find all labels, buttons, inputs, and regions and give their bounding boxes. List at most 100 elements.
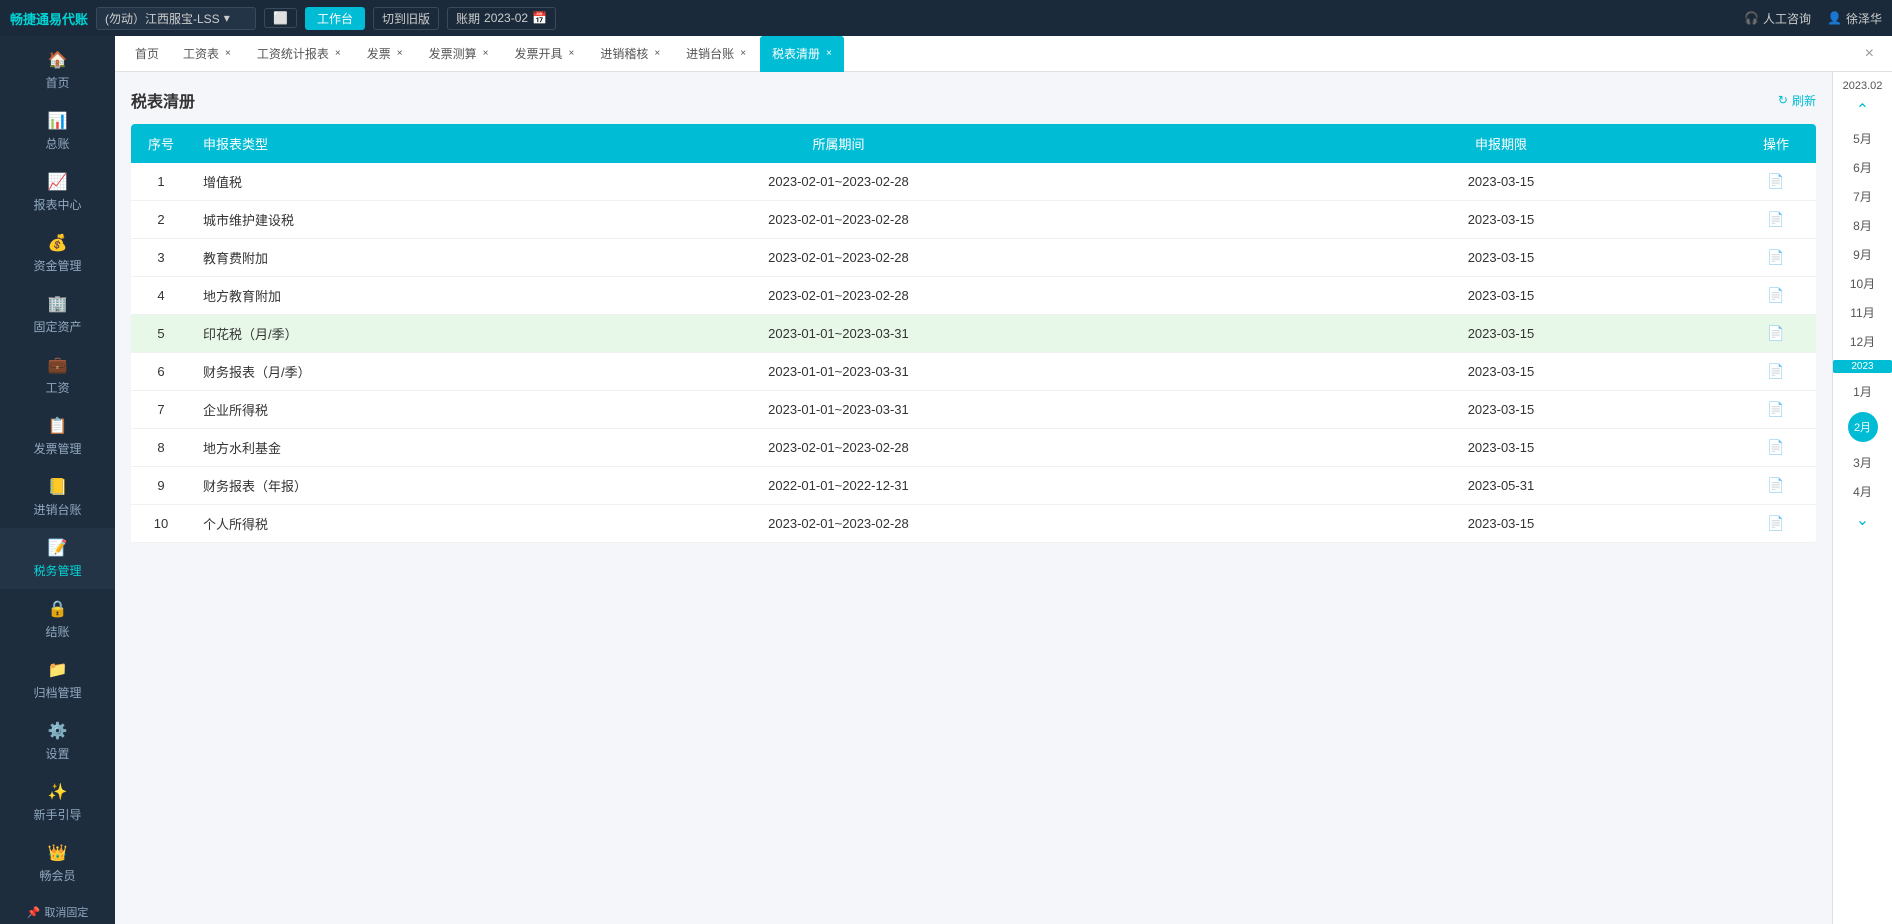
tab-close-icon[interactable]: × (225, 48, 231, 59)
company-selector[interactable]: (勿动）江西服宝-LSS ▾ (96, 7, 256, 30)
top-bar-right: 🎧 人工咨询 👤 徐泽华 (1744, 10, 1882, 27)
sidebar-item-salary[interactable]: 💼 工资 (0, 345, 115, 406)
sidebar-item-label: 归档管理 (33, 684, 81, 701)
user-menu[interactable]: 👤 徐泽华 (1827, 10, 1882, 27)
col-period: 所属期间 (411, 124, 1266, 163)
copy-button[interactable]: ⬜ (264, 8, 297, 28)
sidebar-item-label: 畅会员 (39, 867, 75, 884)
cell-period: 2023-02-01~2023-02-28 (411, 201, 1266, 239)
tab-close-icon[interactable]: × (826, 48, 832, 59)
tab-bar: 首页 工资表 × 工资统计报表 × 发票 × 发票测算 × 发票开具 × (115, 36, 1892, 72)
timeline-month-2-active[interactable]: 2月 (1848, 412, 1878, 442)
action-icon[interactable]: 📄 (1767, 173, 1784, 189)
tab-invoice[interactable]: 发票 × (355, 36, 415, 72)
tab-close-icon[interactable]: × (335, 48, 341, 59)
tab-salary-table[interactable]: 工资表 × (171, 36, 243, 72)
sidebar-item-ledger[interactable]: 📊 总账 (0, 101, 115, 162)
sidebar-item-close[interactable]: 🔒 结账 (0, 589, 115, 650)
timeline-month-3[interactable]: 3月 (1833, 448, 1892, 477)
sidebar-item-label: 总账 (45, 135, 69, 152)
user-avatar-icon: 👤 (1827, 11, 1842, 25)
cell-type: 企业所得税 (191, 391, 411, 429)
table-row: 7 企业所得税 2023-01-01~2023-03-31 2023-03-15… (131, 391, 1816, 429)
timeline-scroll-down[interactable]: ⌄ (1856, 506, 1869, 534)
tab-invoice-calc[interactable]: 发票测算 × (417, 36, 501, 72)
sidebar-item-assets[interactable]: 🏢 固定资产 (0, 284, 115, 345)
timeline-month-12[interactable]: 12月 (1833, 327, 1892, 356)
sidebar-item-archive[interactable]: 📁 归档管理 (0, 650, 115, 711)
tab-invoice-issue[interactable]: 发票开具 × (502, 36, 586, 72)
table-row: 9 财务报表（年报） 2022-01-01~2022-12-31 2023-05… (131, 467, 1816, 505)
sidebar-unpin-button[interactable]: 📌 取消固定 (0, 894, 115, 924)
action-icon[interactable]: 📄 (1767, 325, 1784, 341)
timeline-month-1[interactable]: 1月 (1833, 377, 1892, 406)
cell-no: 3 (131, 239, 191, 277)
cell-deadline: 2023-03-15 (1266, 239, 1736, 277)
timeline-month-10[interactable]: 10月 (1833, 269, 1892, 298)
sidebar-item-home[interactable]: 🏠 首页 (0, 40, 115, 101)
timeline-month-4[interactable]: 4月 (1833, 477, 1892, 506)
tab-salary-stats[interactable]: 工资统计报表 × (245, 36, 353, 72)
timeline-month-5[interactable]: 5月 (1833, 124, 1892, 153)
settings-icon: ⚙️ (48, 721, 68, 741)
ai-consult-button[interactable]: 🎧 人工咨询 (1744, 10, 1811, 27)
cell-period: 2023-02-01~2023-02-28 (411, 239, 1266, 277)
cell-no: 4 (131, 277, 191, 315)
action-icon[interactable]: 📄 (1767, 211, 1784, 227)
action-icon[interactable]: 📄 (1767, 249, 1784, 265)
cell-action: 📄 (1736, 201, 1816, 239)
timeline-month-9[interactable]: 9月 (1833, 240, 1892, 269)
tab-close-icon[interactable]: × (654, 48, 660, 59)
reports-icon: 📈 (48, 172, 68, 192)
sidebar-item-label: 报表中心 (33, 196, 81, 213)
cell-period: 2023-02-01~2023-02-28 (411, 429, 1266, 467)
sidebar-item-label: 税务管理 (33, 562, 81, 579)
content-area: 首页 工资表 × 工资统计报表 × 发票 × 发票测算 × 发票开具 × (115, 36, 1892, 924)
cell-type: 地方水利基金 (191, 429, 411, 467)
action-icon[interactable]: 📄 (1767, 477, 1784, 493)
action-icon[interactable]: 📄 (1767, 515, 1784, 531)
tab-home[interactable]: 首页 (125, 36, 169, 72)
right-sidebar: 2023.02 ⌃ 5月 6月 7月 8月 9月 10月 11月 12月 202… (1832, 72, 1892, 924)
cell-deadline: 2023-03-15 (1266, 277, 1736, 315)
action-icon[interactable]: 📄 (1767, 401, 1784, 417)
sidebar-item-funds[interactable]: 💰 资金管理 (0, 223, 115, 284)
sidebar-item-tax[interactable]: 📝 税务管理 (0, 528, 115, 589)
tab-close-icon[interactable]: × (568, 48, 574, 59)
period-selector[interactable]: 账期 2023-02 📅 (447, 7, 556, 30)
switch-old-button[interactable]: 切到旧版 (373, 7, 439, 30)
sidebar-item-sales[interactable]: 📒 进销台账 (0, 467, 115, 528)
timeline-curr-months: 1月 2月 3月 4月 (1833, 377, 1892, 506)
action-icon[interactable]: 📄 (1767, 439, 1784, 455)
action-icon[interactable]: 📄 (1767, 363, 1784, 379)
tab-close-icon[interactable]: × (740, 48, 746, 59)
timeline-month-11[interactable]: 11月 (1833, 298, 1892, 327)
refresh-button[interactable]: ↻ 刷新 (1778, 92, 1816, 109)
timeline-scroll-up[interactable]: ⌃ (1856, 96, 1869, 124)
sidebar-item-invoice[interactable]: 📋 发票管理 (0, 406, 115, 467)
sidebar-item-reports[interactable]: 📈 报表中心 (0, 162, 115, 223)
tab-tax-list[interactable]: 税表清册 × (760, 36, 844, 72)
table-row: 2 城市维护建设税 2023-02-01~2023-02-28 2023-03-… (131, 201, 1816, 239)
sidebar-item-guide[interactable]: ✨ 新手引导 (0, 772, 115, 833)
cell-action: 📄 (1736, 315, 1816, 353)
cell-type: 增值税 (191, 163, 411, 201)
chevron-down-icon: ▾ (224, 11, 230, 25)
sidebar-item-member[interactable]: 👑 畅会员 (0, 833, 115, 894)
guide-icon: ✨ (48, 782, 68, 802)
timeline-month-8[interactable]: 8月 (1833, 211, 1892, 240)
member-icon: 👑 (48, 843, 68, 863)
sidebar-item-settings[interactable]: ⚙️ 设置 (0, 711, 115, 772)
timeline-month-6[interactable]: 6月 (1833, 153, 1892, 182)
close-all-button[interactable]: × (1857, 45, 1882, 63)
sidebar-item-label: 资金管理 (33, 257, 81, 274)
tab-sales-ledger[interactable]: 进销台账 × (674, 36, 758, 72)
tab-close-icon[interactable]: × (397, 48, 403, 59)
timeline-month-7[interactable]: 7月 (1833, 182, 1892, 211)
tab-close-icon[interactable]: × (483, 48, 489, 59)
action-icon[interactable]: 📄 (1767, 287, 1784, 303)
tab-sales-audit[interactable]: 进销稽核 × (588, 36, 672, 72)
sidebar-item-label: 首页 (45, 74, 69, 91)
workspace-button[interactable]: 工作台 (305, 7, 365, 30)
cell-type: 个人所得税 (191, 505, 411, 543)
